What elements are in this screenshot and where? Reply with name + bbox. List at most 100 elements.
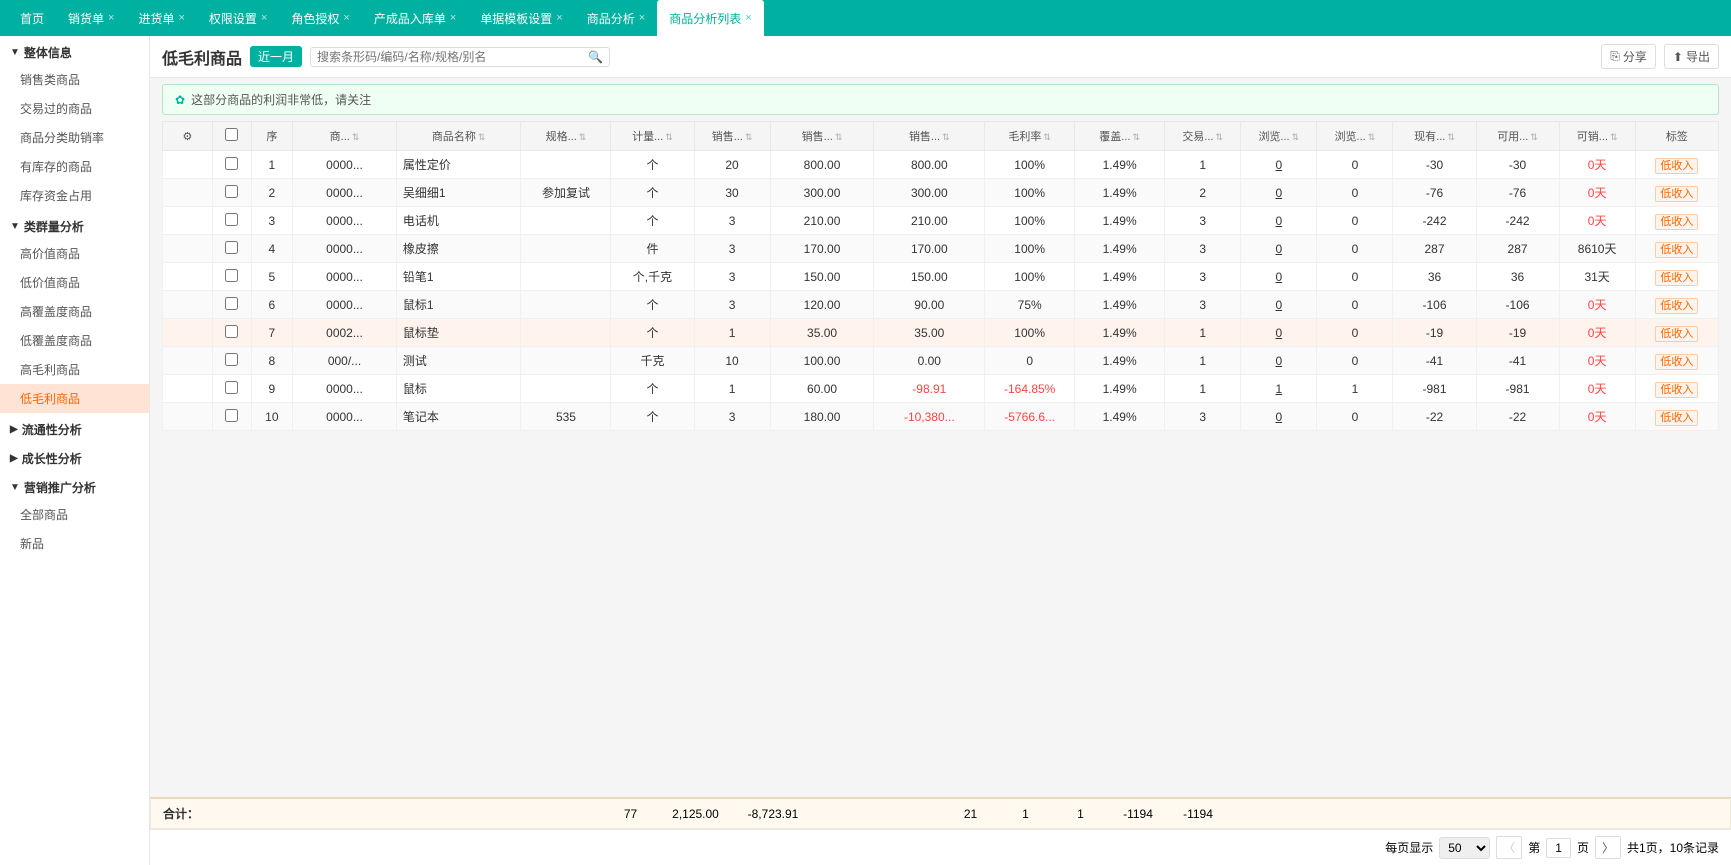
cell-view1[interactable]: 0 [1241, 207, 1317, 235]
col-code[interactable]: 商...⇅ [293, 122, 397, 151]
sidebar-item-traded-goods[interactable]: 交易过的商品 [0, 94, 149, 123]
sidebar-group-marketing[interactable]: ▼ 营销推广分析 [0, 471, 149, 500]
cell-view1[interactable]: 0 [1241, 263, 1317, 291]
sidebar-item-sales-goods[interactable]: 销售类商品 [0, 65, 149, 94]
cell-checkbox[interactable] [212, 235, 251, 263]
next-page-button[interactable]: 〉 [1595, 836, 1621, 859]
cell-unit: 个 [611, 375, 694, 403]
row-checkbox[interactable] [225, 353, 238, 366]
search-input[interactable] [317, 50, 588, 64]
cell-view1[interactable]: 0 [1241, 235, 1317, 263]
nav-close-permissions[interactable]: × [261, 12, 267, 24]
cell-checkbox[interactable] [212, 347, 251, 375]
nav-close-purchase[interactable]: × [178, 12, 184, 24]
col-gross-rate[interactable]: 毛利率⇅ [985, 122, 1075, 151]
select-all-checkbox[interactable] [225, 128, 238, 141]
cell-checkbox[interactable] [212, 403, 251, 431]
nav-product-analysis[interactable]: 商品分析 × [575, 0, 657, 36]
cell-checkbox[interactable] [212, 151, 251, 179]
export-button[interactable]: ⬆ 导出 [1664, 44, 1719, 69]
nav-close-role[interactable]: × [343, 12, 349, 24]
nav-close-analysis-list[interactable]: × [745, 12, 751, 24]
nav-sales-order[interactable]: 销货单 × [56, 0, 126, 36]
cell-checkbox[interactable] [212, 319, 251, 347]
row-checkbox[interactable] [225, 213, 238, 226]
nav-template-settings[interactable]: 单据模板设置 × [468, 0, 574, 36]
col-spec[interactable]: 规格...⇅ [521, 122, 611, 151]
col-trade[interactable]: 交易...⇅ [1165, 122, 1241, 151]
row-checkbox[interactable] [225, 409, 238, 422]
row-checkbox[interactable] [225, 185, 238, 198]
sidebar-item-stocked-goods[interactable]: 有库存的商品 [0, 152, 149, 181]
row-checkbox[interactable] [225, 269, 238, 282]
col-name[interactable]: 商品名称⇅ [396, 122, 521, 151]
cell-checkbox[interactable] [212, 375, 251, 403]
sidebar-item-high-margin[interactable]: 高毛利商品 [0, 355, 149, 384]
sidebar-item-category-rate[interactable]: 商品分类助销率 [0, 123, 149, 152]
nav-permissions[interactable]: 权限设置 × [197, 0, 279, 36]
cell-checkbox[interactable] [212, 179, 251, 207]
cell-view1[interactable]: 0 [1241, 319, 1317, 347]
per-page-select[interactable]: 50 100 200 [1439, 837, 1490, 859]
search-box[interactable]: 🔍 [310, 47, 610, 67]
col-view1[interactable]: 浏览...⇅ [1241, 122, 1317, 151]
col-setting[interactable]: ⚙ [163, 122, 213, 151]
prev-page-button[interactable]: 〈 [1496, 836, 1522, 859]
nav-close-template[interactable]: × [556, 12, 562, 24]
sidebar-item-high-value[interactable]: 高价值商品 [0, 239, 149, 268]
row-checkbox[interactable] [225, 297, 238, 310]
nav-close-analysis[interactable]: × [639, 12, 645, 24]
share-button[interactable]: ⎘ 分享 [1601, 44, 1656, 69]
sidebar-item-all-goods[interactable]: 全部商品 [0, 500, 149, 529]
cell-gross-rate: -164.85% [985, 375, 1075, 403]
nav-purchase-order[interactable]: 进货单 × [126, 0, 196, 36]
cell-setting [163, 207, 213, 235]
col-sales-price[interactable]: 销售...⇅ [770, 122, 874, 151]
sidebar-group-growth[interactable]: ▶ 成长性分析 [0, 442, 149, 471]
sidebar-group-overview[interactable]: ▼ 整体信息 [0, 36, 149, 65]
row-checkbox[interactable] [225, 157, 238, 170]
cell-view1[interactable]: 0 [1241, 179, 1317, 207]
table-container[interactable]: ⚙ 序 商...⇅ 商品名称⇅ 规格...⇅ 计量...⇅ 销售...⇅ 销售.… [162, 121, 1719, 797]
col-checkbox[interactable] [212, 122, 251, 151]
search-icon[interactable]: 🔍 [588, 50, 603, 64]
nav-close-product[interactable]: × [450, 12, 456, 24]
row-checkbox[interactable] [225, 325, 238, 338]
col-sales-amount[interactable]: 销售...⇅ [874, 122, 985, 151]
cell-tag: 低收入 [1635, 375, 1718, 403]
sidebar-item-low-margin[interactable]: 低毛利商品 [0, 384, 149, 413]
cell-view1[interactable]: 1 [1241, 375, 1317, 403]
col-stock[interactable]: 现有...⇅ [1393, 122, 1476, 151]
cell-view1[interactable]: 0 [1241, 151, 1317, 179]
nav-role-auth[interactable]: 角色授权 × [279, 0, 361, 36]
col-view2[interactable]: 浏览...⇅ [1317, 122, 1393, 151]
cell-checkbox[interactable] [212, 263, 251, 291]
nav-home[interactable]: 首页 [8, 0, 56, 36]
cell-checkbox[interactable] [212, 291, 251, 319]
sidebar-item-capital[interactable]: 库存资金占用 [0, 181, 149, 210]
nav-product-inbound[interactable]: 产成品入库单 × [362, 0, 468, 36]
nav-close-sales[interactable]: × [108, 12, 114, 24]
table-row: 6 0000... 鼠标1 个 3 120.00 90.00 75% 1.49%… [163, 291, 1719, 319]
row-checkbox[interactable] [225, 381, 238, 394]
col-coverage[interactable]: 覆盖...⇅ [1075, 122, 1165, 151]
sidebar-item-high-coverage[interactable]: 高覆盖度商品 [0, 297, 149, 326]
cell-checkbox[interactable] [212, 207, 251, 235]
cell-code: 0000... [293, 403, 397, 431]
nav-product-analysis-list[interactable]: 商品分析列表 × [657, 0, 763, 36]
cell-view1[interactable]: 0 [1241, 347, 1317, 375]
cell-num: 8 [251, 347, 293, 375]
sidebar-item-low-value[interactable]: 低价值商品 [0, 268, 149, 297]
row-checkbox[interactable] [225, 241, 238, 254]
sidebar-item-new-goods[interactable]: 新品 [0, 529, 149, 558]
col-available[interactable]: 可用...⇅ [1476, 122, 1559, 151]
cell-view1[interactable]: 0 [1241, 291, 1317, 319]
cell-view1[interactable]: 0 [1241, 403, 1317, 431]
filter-button[interactable]: 近一月 [250, 46, 302, 67]
col-unit[interactable]: 计量...⇅ [611, 122, 694, 151]
col-sales-qty[interactable]: 销售...⇅ [694, 122, 770, 151]
sidebar-group-cluster[interactable]: ▼ 类群量分析 [0, 210, 149, 239]
col-sale-days[interactable]: 可销...⇅ [1559, 122, 1635, 151]
sidebar-group-flow[interactable]: ▶ 流通性分析 [0, 413, 149, 442]
sidebar-item-low-coverage[interactable]: 低覆盖度商品 [0, 326, 149, 355]
